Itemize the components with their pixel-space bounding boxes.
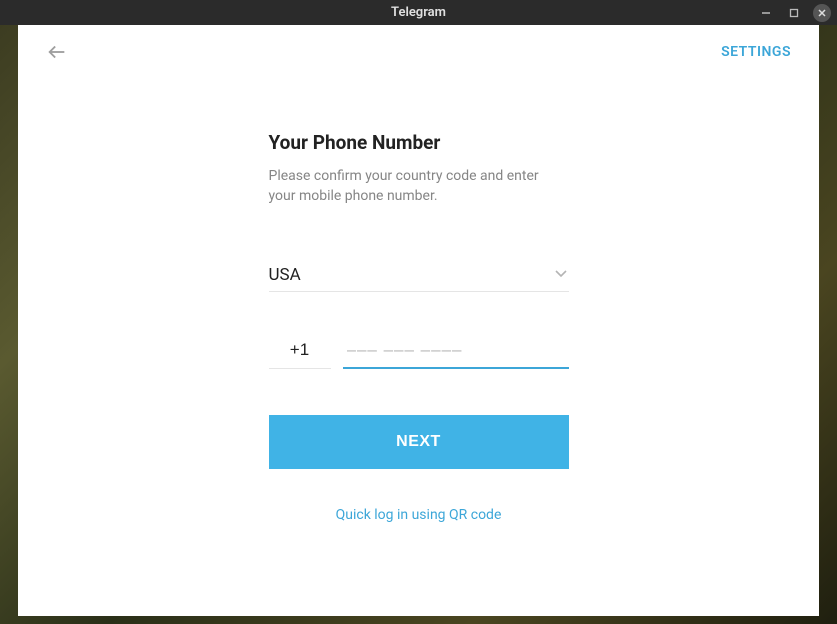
chevron-down-icon	[553, 265, 569, 285]
minimize-button[interactable]	[757, 4, 775, 22]
country-selector[interactable]: USA	[269, 265, 569, 292]
page-title: Your Phone Number	[269, 131, 569, 154]
settings-link[interactable]: SETTINGS	[721, 44, 791, 60]
country-code-input[interactable]	[269, 334, 331, 369]
window-titlebar: Telegram	[0, 0, 837, 25]
country-name: USA	[269, 265, 301, 285]
app-header: SETTINGS	[18, 25, 819, 79]
phone-row	[269, 334, 569, 369]
login-form: Your Phone Number Please confirm your co…	[269, 131, 569, 523]
phone-number-input[interactable]	[343, 334, 569, 369]
window-controls	[757, 0, 831, 25]
page-subtext: Please confirm your country code and ent…	[269, 166, 569, 207]
next-button[interactable]: NEXT	[269, 415, 569, 469]
qr-login-link[interactable]: Quick log in using QR code	[269, 507, 569, 523]
window-title: Telegram	[391, 5, 446, 20]
maximize-button[interactable]	[785, 4, 803, 22]
app-window: SETTINGS Your Phone Number Please confir…	[18, 25, 819, 616]
back-button[interactable]	[46, 41, 68, 63]
close-button[interactable]	[813, 4, 831, 22]
